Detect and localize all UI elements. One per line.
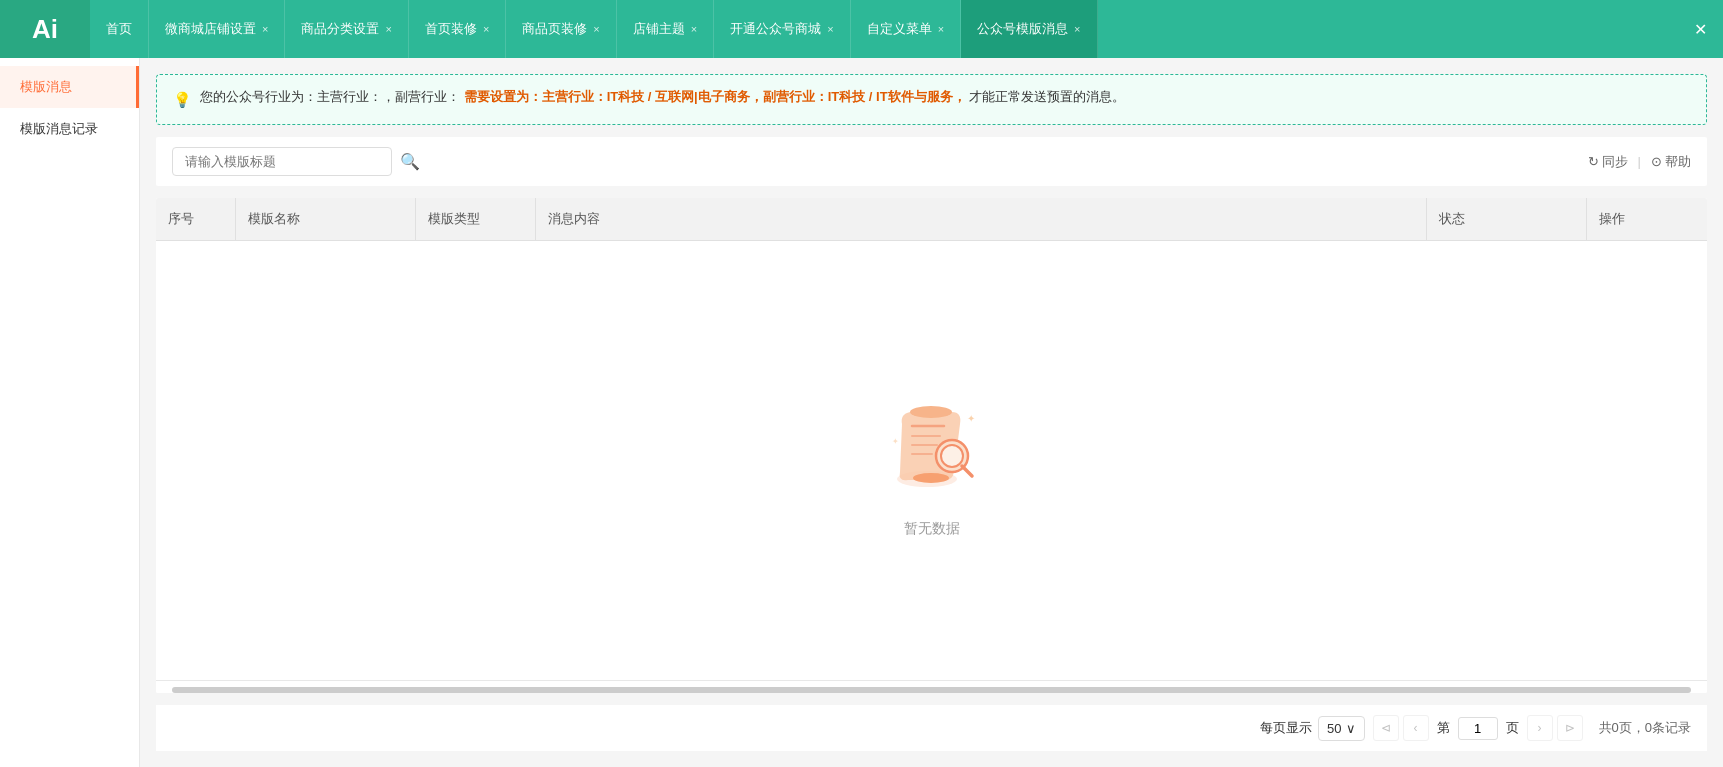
empty-illustration: ✦ ✦ — [872, 384, 992, 504]
nav-tab-7[interactable]: 自定义菜单 × — [851, 0, 961, 58]
svg-text:✦: ✦ — [967, 413, 975, 424]
svg-point-2 — [913, 473, 949, 483]
divider: | — [1638, 154, 1641, 169]
svg-point-8 — [941, 445, 963, 467]
first-page-button[interactable]: ⊲ — [1373, 715, 1399, 741]
sidebar-item-template-msg[interactable]: 模版消息 — [0, 66, 139, 108]
pagination: 每页显示 50 ∨ ⊲ ‹ 第 页 › ⊳ 共0页，0条记录 — [156, 705, 1707, 751]
page-unit: 页 — [1506, 719, 1519, 737]
tab-close-icon[interactable]: × — [1074, 23, 1080, 35]
nav-tabs: 首页微商城店铺设置×商品分类设置×首页装修×商品页装修×店铺主题×开通公众号商城… — [90, 0, 1678, 58]
tab-close-icon[interactable]: × — [938, 23, 944, 35]
search-input[interactable] — [172, 147, 392, 176]
bulb-icon: 💡 — [173, 88, 192, 112]
nav-tab-0[interactable]: 首页 — [90, 0, 149, 58]
chevron-down-icon: ∨ — [1346, 721, 1356, 736]
notice-text: 您的公众号行业为：主营行业：，副营行业： 需要设置为：主营行业：IT科技 / 互… — [200, 87, 1125, 108]
nav-tab-3[interactable]: 首页装修 × — [409, 0, 506, 58]
tab-close-icon[interactable]: × — [691, 23, 697, 35]
close-all-button[interactable]: ✕ — [1678, 20, 1723, 39]
sidebar-item-template-msg-record[interactable]: 模版消息记录 — [0, 108, 139, 150]
page-size-label: 每页显示 — [1260, 719, 1312, 737]
nav-tab-6[interactable]: 开通公众号商城 × — [714, 0, 850, 58]
nav-tab-8[interactable]: 公众号模版消息 × — [961, 0, 1097, 58]
sync-button[interactable]: ↻ 同步 — [1588, 153, 1628, 171]
tab-close-icon[interactable]: × — [385, 23, 391, 35]
empty-text: 暂无数据 — [904, 520, 960, 538]
horizontal-scrollbar[interactable] — [156, 680, 1707, 693]
content-area: 💡 您的公众号行业为：主营行业：，副营行业： 需要设置为：主营行业：IT科技 /… — [140, 58, 1723, 767]
search-button[interactable]: 🔍 — [400, 152, 420, 171]
col-status: 状态 — [1427, 198, 1587, 240]
tab-close-icon[interactable]: × — [262, 23, 268, 35]
col-action: 操作 — [1587, 198, 1707, 240]
next-page-button[interactable]: › — [1527, 715, 1553, 741]
empty-state: ✦ ✦ 暂无数据 — [156, 241, 1707, 680]
col-index: 序号 — [156, 198, 236, 240]
nav-tab-1[interactable]: 微商城店铺设置 × — [149, 0, 285, 58]
search-left: 🔍 — [172, 147, 420, 176]
nav-tab-label: 公众号模版消息 — [977, 20, 1068, 38]
page-nav: ⊲ ‹ 第 页 › ⊳ — [1373, 715, 1583, 741]
table-header: 序号 模版名称 模版类型 消息内容 状态 操作 — [156, 198, 1707, 241]
col-name: 模版名称 — [236, 198, 416, 240]
tab-close-icon[interactable]: × — [593, 23, 599, 35]
tab-close-icon[interactable]: × — [483, 23, 489, 35]
help-icon: ⊙ — [1651, 154, 1662, 169]
tab-close-icon[interactable]: × — [827, 23, 833, 35]
page-size-value: 50 — [1327, 721, 1341, 736]
last-page-button[interactable]: ⊳ — [1557, 715, 1583, 741]
notice-box: 💡 您的公众号行业为：主营行业：，副营行业： 需要设置为：主营行业：IT科技 /… — [156, 74, 1707, 125]
nav-tab-label: 商品页装修 — [522, 20, 587, 38]
search-bar: 🔍 ↻ 同步 | ⊙ 帮助 — [156, 137, 1707, 186]
svg-point-1 — [910, 406, 952, 418]
nav-tab-label: 首页装修 — [425, 20, 477, 38]
nav-tab-label: 店铺主题 — [633, 20, 685, 38]
main-layout: 模版消息 模版消息记录 💡 您的公众号行业为：主营行业：，副营行业： 需要设置为… — [0, 58, 1723, 767]
help-button[interactable]: ⊙ 帮助 — [1651, 153, 1691, 171]
col-type: 模版类型 — [416, 198, 536, 240]
page-size-dropdown[interactable]: 50 ∨ — [1318, 716, 1364, 741]
page-size-select: 每页显示 50 ∨ — [1260, 716, 1364, 741]
page-label: 第 — [1437, 719, 1450, 737]
nav-tab-label: 首页 — [106, 20, 132, 38]
prev-page-button[interactable]: ‹ — [1403, 715, 1429, 741]
nav-tab-label: 商品分类设置 — [301, 20, 379, 38]
nav-tab-label: 开通公众号商城 — [730, 20, 821, 38]
scrollbar-thumb[interactable] — [172, 687, 1691, 693]
top-nav: Ai 首页微商城店铺设置×商品分类设置×首页装修×商品页装修×店铺主题×开通公众… — [0, 0, 1723, 58]
svg-line-9 — [962, 466, 972, 476]
table-container: 序号 模版名称 模版类型 消息内容 状态 操作 — [156, 198, 1707, 693]
nav-tab-label: 自定义菜单 — [867, 20, 932, 38]
search-right: ↻ 同步 | ⊙ 帮助 — [1588, 153, 1691, 171]
nav-tab-2[interactable]: 商品分类设置 × — [285, 0, 408, 58]
nav-tab-label: 微商城店铺设置 — [165, 20, 256, 38]
sync-icon: ↻ — [1588, 154, 1599, 169]
nav-tab-5[interactable]: 店铺主题 × — [617, 0, 714, 58]
app-logo: Ai — [0, 0, 90, 58]
sidebar: 模版消息 模版消息记录 — [0, 58, 140, 767]
svg-text:✦: ✦ — [892, 437, 899, 446]
col-content: 消息内容 — [536, 198, 1427, 240]
total-info: 共0页，0条记录 — [1599, 719, 1691, 737]
current-page-input[interactable] — [1458, 717, 1498, 740]
nav-tab-4[interactable]: 商品页装修 × — [506, 0, 616, 58]
